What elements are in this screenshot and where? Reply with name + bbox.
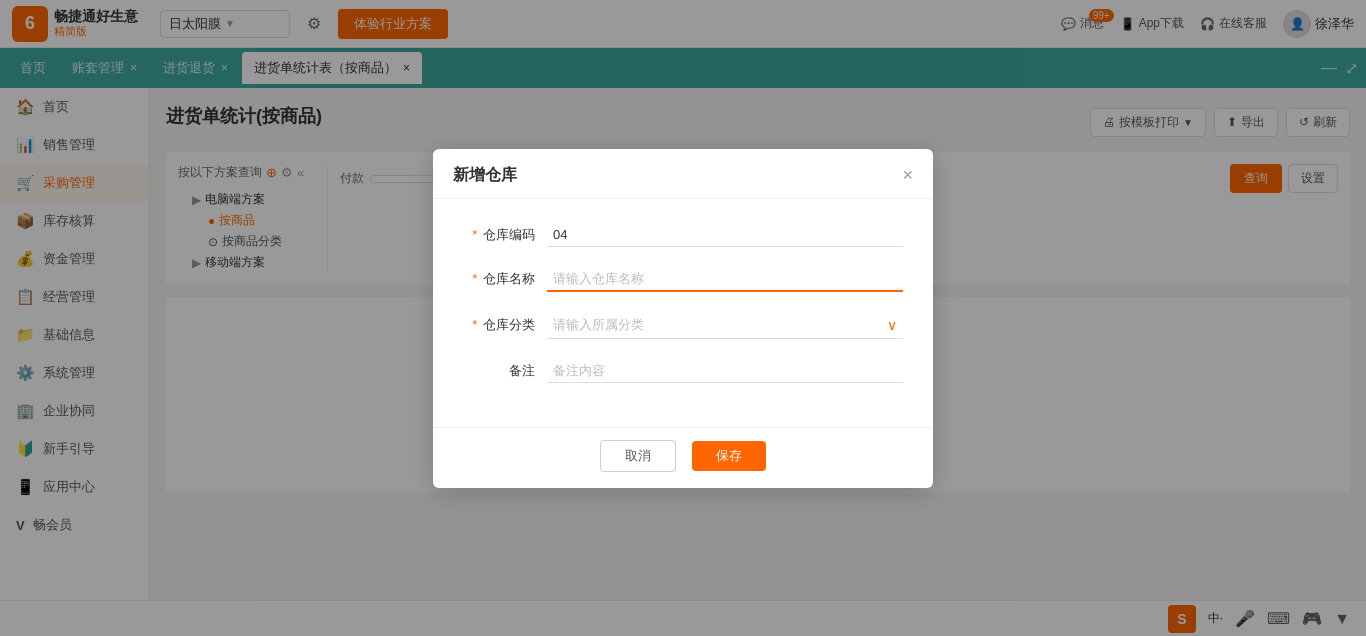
modal-body: * 仓库编码 * 仓库名称 * 仓库分类 请输入 <box>433 199 933 427</box>
modal-header: 新增仓库 × <box>433 149 933 199</box>
save-button[interactable]: 保存 <box>692 441 766 471</box>
category-dropdown-icon: ∨ <box>887 317 897 333</box>
required-star-category: * <box>472 317 477 332</box>
category-label: * 仓库分类 <box>463 316 535 334</box>
note-input[interactable] <box>547 359 903 383</box>
cancel-button[interactable]: 取消 <box>600 440 676 472</box>
modal-overlay: 新增仓库 × * 仓库编码 * 仓库名称 <box>0 0 1366 636</box>
name-label: * 仓库名称 <box>463 270 535 288</box>
new-warehouse-modal: 新增仓库 × * 仓库编码 * 仓库名称 <box>433 149 933 488</box>
warehouse-code-input[interactable] <box>547 223 903 247</box>
form-row-code: * 仓库编码 <box>463 223 903 247</box>
warehouse-name-input[interactable] <box>547 267 903 292</box>
category-placeholder: 请输入所属分类 <box>553 316 887 334</box>
category-select-wrap[interactable]: 请输入所属分类 ∨ <box>547 312 903 339</box>
required-star-code: * <box>472 227 477 242</box>
modal-title: 新增仓库 <box>453 165 517 186</box>
form-row-name: * 仓库名称 <box>463 267 903 292</box>
modal-close-icon[interactable]: × <box>902 165 913 186</box>
note-label: 备注 <box>463 362 535 380</box>
form-row-note: 备注 <box>463 359 903 383</box>
code-label: * 仓库编码 <box>463 226 535 244</box>
required-star-name: * <box>472 271 477 286</box>
modal-footer: 取消 保存 <box>433 427 933 488</box>
form-row-category: * 仓库分类 请输入所属分类 ∨ <box>463 312 903 339</box>
